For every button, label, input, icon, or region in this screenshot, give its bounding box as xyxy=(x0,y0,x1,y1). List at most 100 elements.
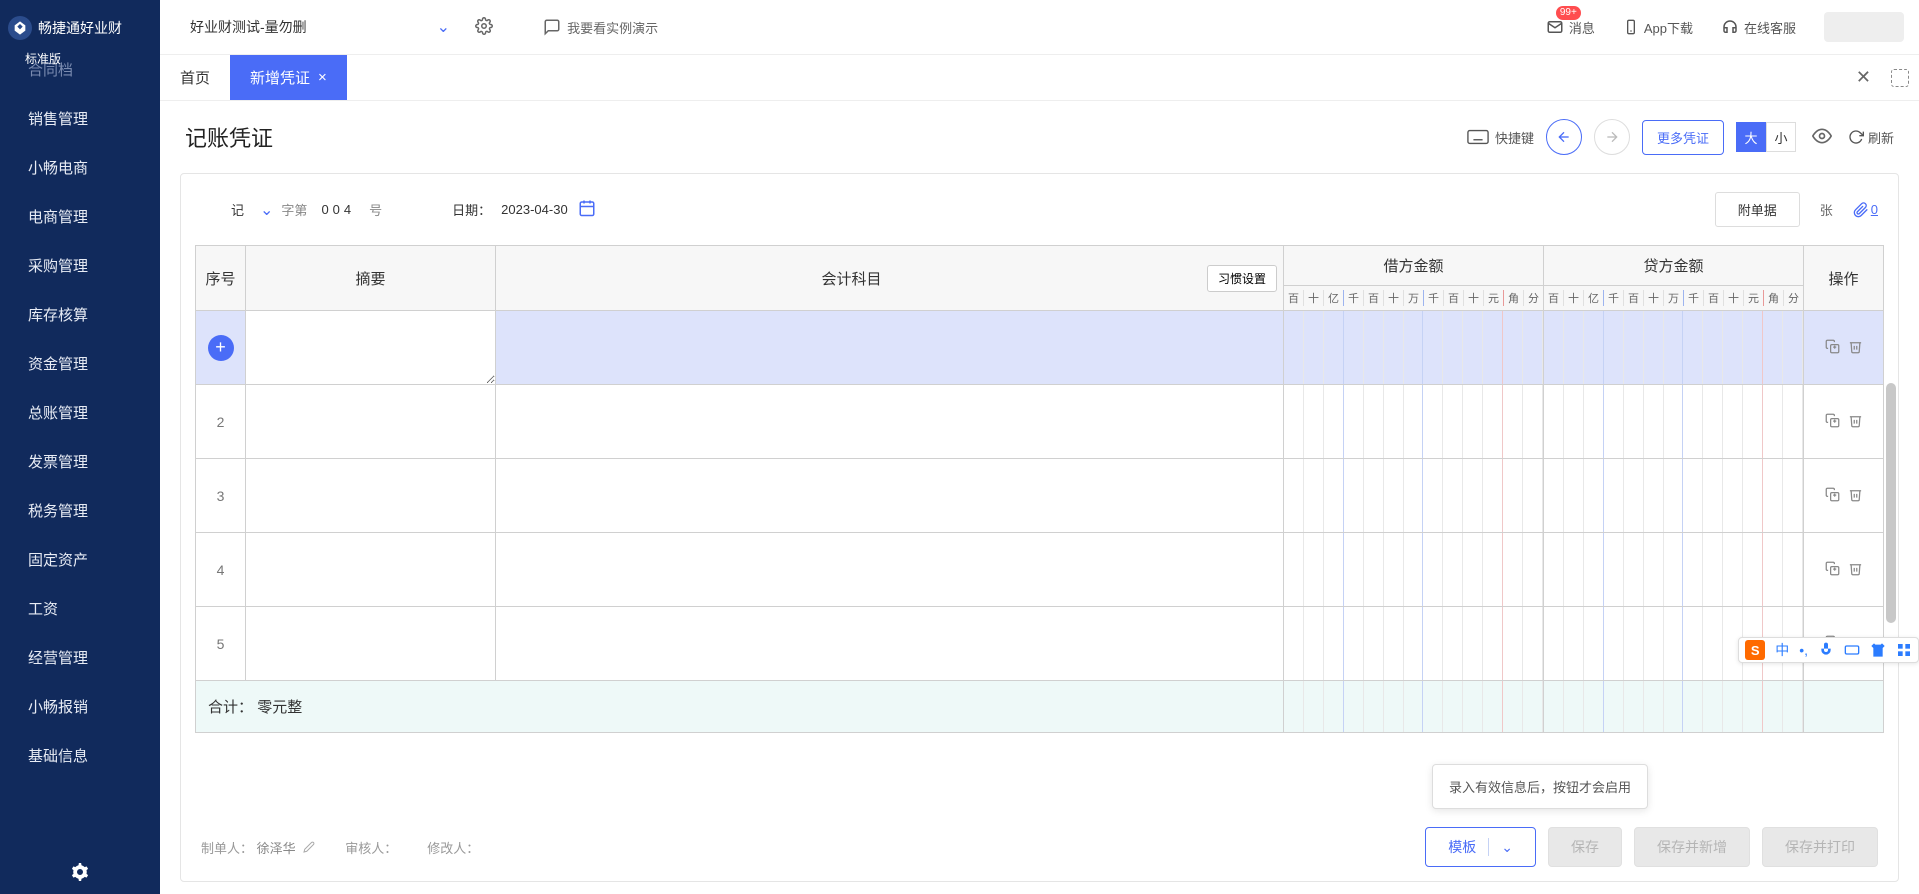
tab-new-voucher[interactable]: 新增凭证 × xyxy=(230,55,347,100)
voucher-card: 记 ⌄ 字第 004 号 日期： 2023-04-30 附单据 张 0 xyxy=(180,173,1899,882)
attach-button[interactable]: 附单据 xyxy=(1715,192,1800,227)
gear-icon[interactable] xyxy=(475,17,493,38)
debit-digits: 百十亿千百十万千百十元角分 xyxy=(1284,286,1544,311)
grid-icon[interactable] xyxy=(1896,642,1912,658)
calendar-icon[interactable] xyxy=(578,199,596,220)
copy-row-icon[interactable] xyxy=(1825,561,1840,579)
account-cell[interactable] xyxy=(496,385,1284,459)
org-selector[interactable]: 好业财测试-量勿删 ⌄ xyxy=(190,17,450,37)
sidebar-item-biz[interactable]: 经营管理 xyxy=(0,633,160,682)
sidebar-item-sales[interactable]: 销售管理 xyxy=(0,94,160,143)
th-credit: 贷方金额 xyxy=(1544,246,1804,286)
close-icon[interactable]: × xyxy=(318,69,327,86)
nav-prev-button[interactable] xyxy=(1546,119,1582,155)
shirt-icon[interactable] xyxy=(1870,642,1886,658)
nav-next-button[interactable] xyxy=(1594,119,1630,155)
ime-mode[interactable]: 中 xyxy=(1775,640,1789,660)
fullscreen-icon[interactable] xyxy=(1891,69,1909,87)
edition-badge: 标准版 xyxy=(25,50,61,67)
sidebar-item-purchase[interactable]: 采购管理 xyxy=(0,241,160,290)
account-cell[interactable] xyxy=(496,533,1284,607)
credit-cell[interactable] xyxy=(1544,459,1804,533)
summary-cell[interactable] xyxy=(246,385,496,459)
sidebar-item-funds[interactable]: 资金管理 xyxy=(0,339,160,388)
sidebar-item-ecommerce[interactable]: 小畅电商 xyxy=(0,143,160,192)
more-vouchers-button[interactable]: 更多凭证 xyxy=(1642,120,1724,155)
account-cell[interactable] xyxy=(496,459,1284,533)
sidebar-item-asset[interactable]: 固定资产 xyxy=(0,535,160,584)
online-support-button[interactable]: 在线客服 xyxy=(1721,18,1796,37)
sidebar-item-expense[interactable]: 小畅报销 xyxy=(0,682,160,731)
size-small-button[interactable]: 小 xyxy=(1766,122,1796,152)
messages-button[interactable]: 99+ 消息 xyxy=(1546,18,1595,37)
summary-cell[interactable] xyxy=(246,459,496,533)
summary-cell[interactable] xyxy=(246,311,496,385)
sidebar: 合同档 销售管理 小畅电商 电商管理 采购管理 库存核算 资金管理 总账管理 发… xyxy=(0,55,160,894)
close-all-icon[interactable]: ✕ xyxy=(1856,67,1871,88)
seq-cell: 3 xyxy=(196,459,246,533)
copy-row-icon[interactable] xyxy=(1825,413,1840,431)
sidebar-item-invoice[interactable]: 发票管理 xyxy=(0,437,160,486)
sidebar-item-base[interactable]: 基础信息 xyxy=(0,731,160,780)
credit-cell[interactable] xyxy=(1544,385,1804,459)
credit-cell[interactable] xyxy=(1544,311,1804,385)
voucher-word-input[interactable]: 记 xyxy=(223,196,252,223)
summary-input[interactable] xyxy=(246,311,495,384)
sidebar-item-salary[interactable]: 工资 xyxy=(0,584,160,633)
attachment-count[interactable]: 0 xyxy=(1853,202,1878,218)
chevron-down-icon[interactable]: ⌄ xyxy=(260,200,273,220)
ops-cell xyxy=(1804,311,1884,385)
save-print-button: 保存并打印 xyxy=(1762,827,1878,867)
voucher-footer: 制单人： 徐泽华 审核人： 修改人： 录入有效信息后，按钮才会启用 模板 ⌄ 保… xyxy=(181,811,1898,867)
shortcut-button[interactable]: 快捷键 xyxy=(1467,128,1534,147)
delete-row-icon[interactable] xyxy=(1848,413,1863,431)
keyboard-icon[interactable] xyxy=(1844,642,1860,658)
date-value[interactable]: 2023-04-30 xyxy=(501,202,568,217)
debit-cell[interactable] xyxy=(1284,533,1544,607)
voucher-no-input[interactable]: 004 xyxy=(315,200,361,219)
sidebar-item-inventory[interactable]: 库存核算 xyxy=(0,290,160,339)
template-button[interactable]: 模板 ⌄ xyxy=(1425,827,1536,867)
copy-row-icon[interactable] xyxy=(1825,339,1840,357)
seq-cell: 4 xyxy=(196,533,246,607)
account-cell[interactable] xyxy=(496,607,1284,681)
edit-icon[interactable] xyxy=(303,841,315,856)
demo-link[interactable]: 我要看实例演示 xyxy=(543,18,658,37)
delete-row-icon[interactable] xyxy=(1848,339,1863,357)
debit-cell[interactable] xyxy=(1284,311,1544,385)
sidebar-item[interactable]: 合同档 xyxy=(0,55,160,94)
ime-punct-icon[interactable]: •, xyxy=(1799,642,1808,658)
add-row-button[interactable]: + xyxy=(208,335,234,361)
delete-row-icon[interactable] xyxy=(1848,561,1863,579)
save-button: 保存 xyxy=(1548,827,1622,867)
copy-row-icon[interactable] xyxy=(1825,487,1840,505)
scrollbar-thumb[interactable] xyxy=(1886,383,1896,623)
avatar[interactable] xyxy=(1824,12,1904,42)
sidebar-item-gl[interactable]: 总账管理 xyxy=(0,388,160,437)
ime-toolbar[interactable]: S 中 •, xyxy=(1738,637,1919,663)
debit-cell[interactable] xyxy=(1284,385,1544,459)
account-cell[interactable] xyxy=(496,311,1284,385)
debit-cell[interactable] xyxy=(1284,607,1544,681)
app-download-button[interactable]: App下载 xyxy=(1623,18,1693,37)
preview-button[interactable] xyxy=(1808,126,1836,149)
summary-cell[interactable] xyxy=(246,607,496,681)
delete-row-icon[interactable] xyxy=(1848,487,1863,505)
date-label: 日期： xyxy=(452,200,491,219)
sidebar-item-tax[interactable]: 税务管理 xyxy=(0,486,160,535)
table-row: 3 xyxy=(196,459,1884,533)
sidebar-settings-button[interactable] xyxy=(0,853,160,894)
size-large-button[interactable]: 大 xyxy=(1736,122,1766,152)
credit-digits: 百十亿千百十万千百十元角分 xyxy=(1544,286,1804,311)
tab-home[interactable]: 首页 xyxy=(160,55,230,100)
summary-cell[interactable] xyxy=(246,533,496,607)
page-header: 记账凭证 快捷键 更多凭证 大 小 刷新 xyxy=(160,101,1919,173)
arrow-right-icon xyxy=(1604,129,1620,145)
refresh-button[interactable]: 刷新 xyxy=(1848,128,1894,147)
microphone-icon[interactable] xyxy=(1818,642,1834,658)
habit-settings-button[interactable]: 习惯设置 xyxy=(1207,265,1277,292)
credit-cell[interactable] xyxy=(1544,533,1804,607)
sidebar-item-ecom-mgmt[interactable]: 电商管理 xyxy=(0,192,160,241)
debit-cell[interactable] xyxy=(1284,459,1544,533)
ops-cell xyxy=(1804,459,1884,533)
